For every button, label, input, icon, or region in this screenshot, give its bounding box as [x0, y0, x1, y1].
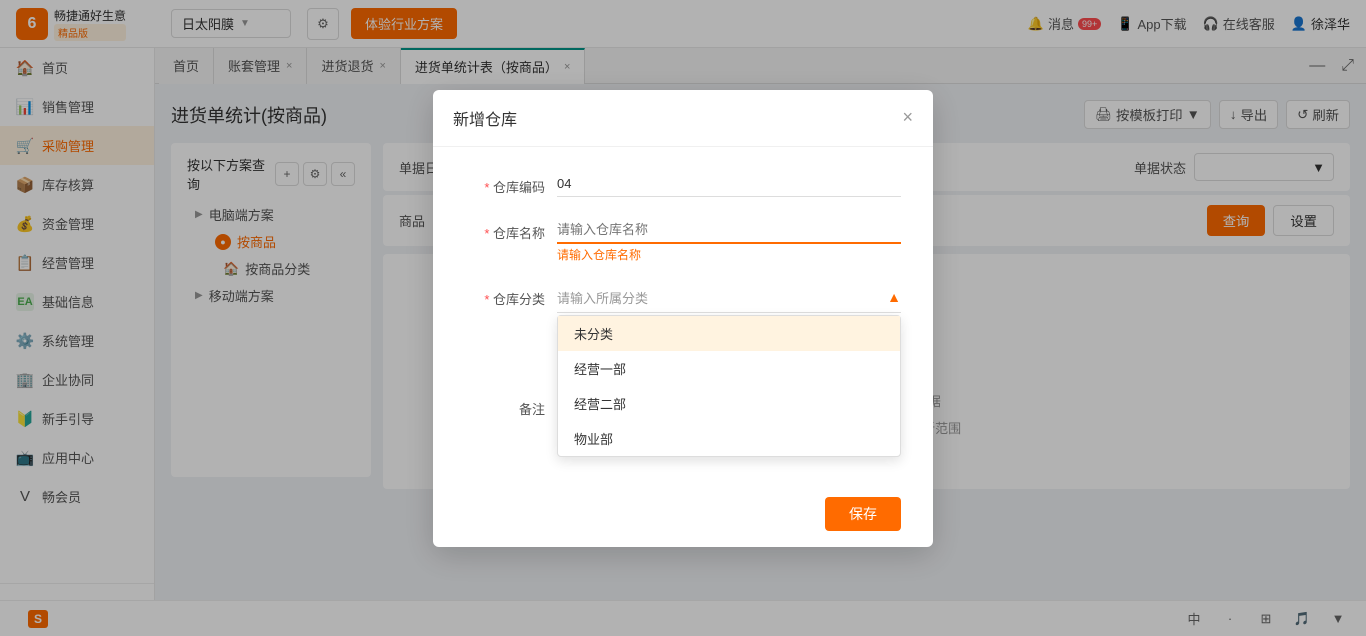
dropdown-item-dept2[interactable]: 经营二部 — [558, 386, 900, 421]
form-row-code: 仓库编码 — [465, 171, 901, 197]
modal-body: 仓库编码 仓库名称 请输入仓库名称 仓库分类 — [433, 147, 933, 481]
warehouse-category-label: 仓库分类 — [465, 283, 545, 308]
category-dropdown: 未分类 经营一部 经营二部 物业部 — [557, 315, 901, 457]
dropdown-item-none[interactable]: 未分类 — [558, 316, 900, 351]
dropdown-item-dept1[interactable]: 经营一部 — [558, 351, 900, 386]
warehouse-code-control — [557, 171, 901, 197]
warehouse-name-control: 请输入仓库名称 — [557, 217, 901, 263]
category-placeholder: 请输入所属分类 — [557, 288, 648, 307]
modal-header: 新增仓库 × — [433, 90, 933, 147]
warehouse-code-input[interactable] — [557, 171, 901, 197]
dropdown-item-dept3[interactable]: 物业部 — [558, 421, 900, 456]
form-row-category: 仓库分类 请输入所属分类 ▲ 未分类 经营一部 — [465, 283, 901, 313]
category-up-arrow: ▲ — [887, 289, 901, 305]
warehouse-code-label: 仓库编码 — [465, 171, 545, 196]
remark-label: 备注 — [465, 393, 545, 418]
warehouse-category-control: 请输入所属分类 ▲ 未分类 经营一部 经营二部 — [557, 283, 901, 313]
save-button[interactable]: 保存 — [825, 497, 901, 531]
modal-footer: 保存 — [433, 481, 933, 547]
warehouse-name-error: 请输入仓库名称 — [557, 246, 901, 263]
warehouse-category-select[interactable]: 请输入所属分类 ▲ — [557, 283, 901, 313]
warehouse-name-input[interactable] — [557, 217, 901, 244]
new-warehouse-modal: 新增仓库 × 仓库编码 仓库名称 请输入仓库名称 — [433, 90, 933, 547]
modal-close-button[interactable]: × — [902, 107, 913, 128]
modal-title: 新增仓库 — [453, 106, 517, 130]
modal-overlay[interactable]: 新增仓库 × 仓库编码 仓库名称 请输入仓库名称 — [0, 0, 1366, 636]
warehouse-name-label: 仓库名称 — [465, 217, 545, 242]
form-row-name: 仓库名称 请输入仓库名称 — [465, 217, 901, 263]
